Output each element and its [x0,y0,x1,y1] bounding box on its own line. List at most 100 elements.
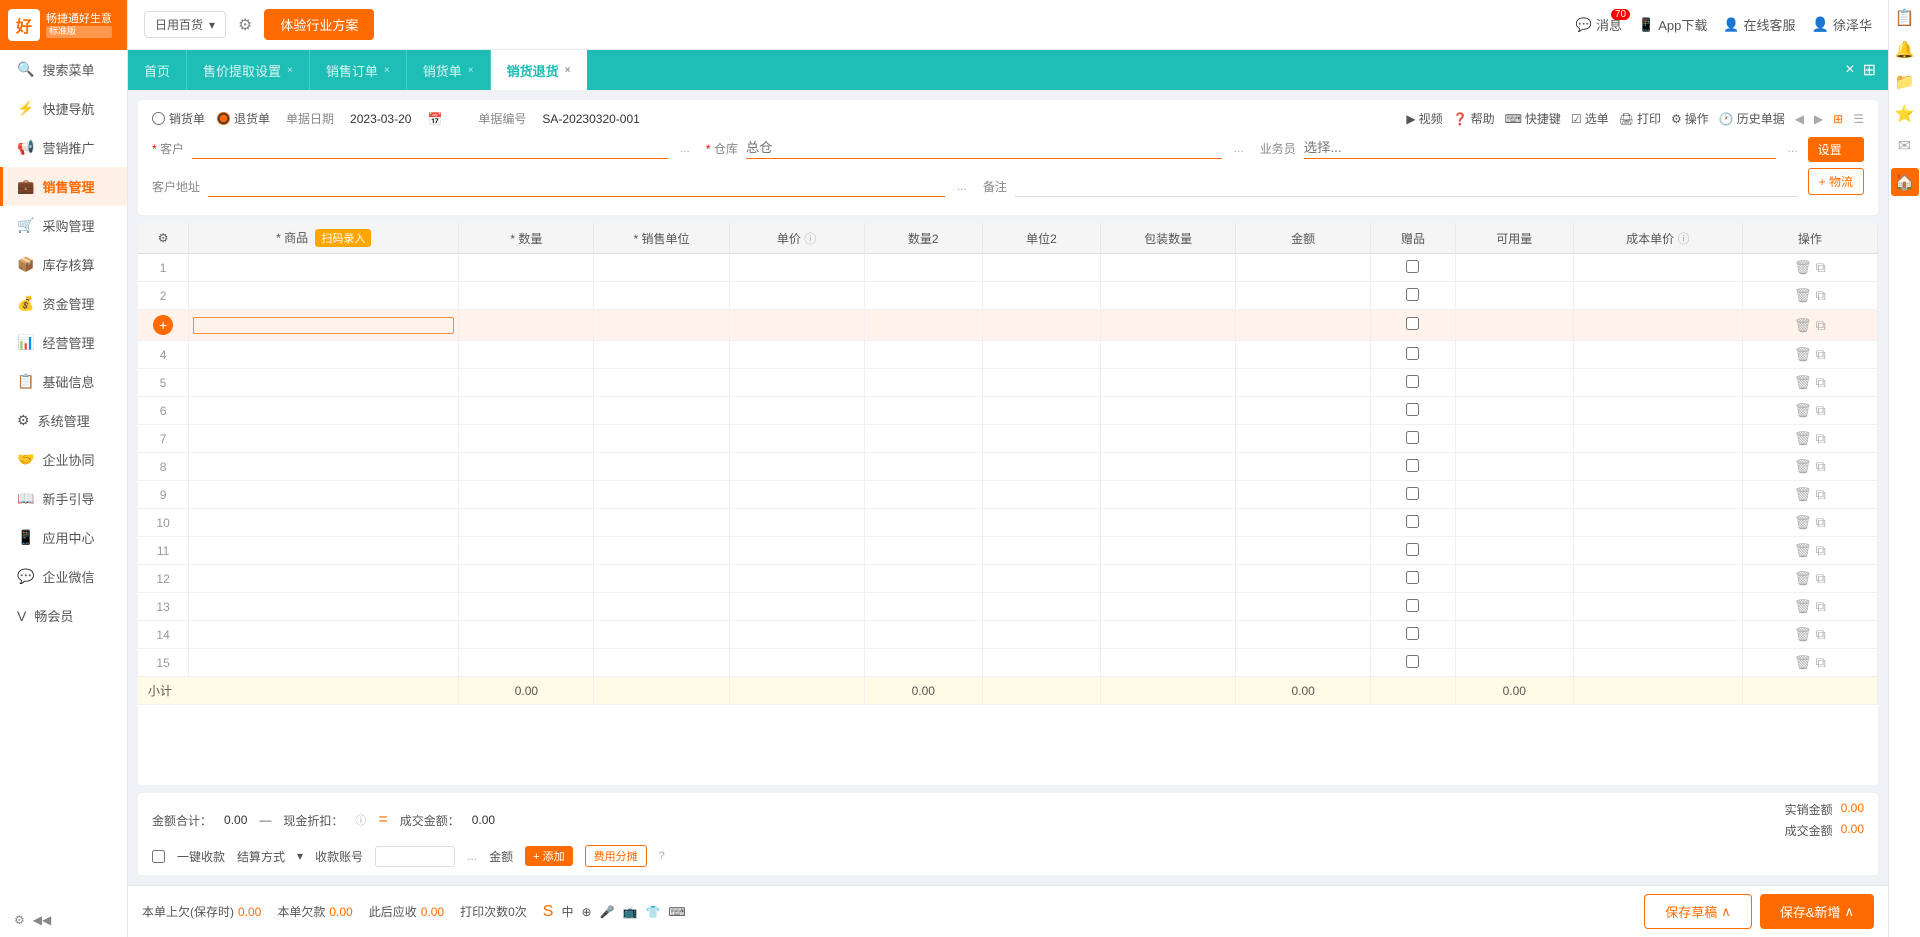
customer-input[interactable] [192,137,668,159]
product-cell-active[interactable] [189,310,459,341]
copy-row-icon[interactable]: ⧉ [1816,458,1826,475]
table-wrapper[interactable]: ⚙ * 商品 扫码录入 * 数量 * 销售单位 单价 ⓘ 数量2 单位2 包装数… [138,223,1878,785]
gift-checkbox[interactable] [1406,375,1419,388]
sidebar-item-purchase[interactable]: 🛒 采购管理 [0,206,127,245]
save-draft-button[interactable]: 保存草稿 ∧ [1644,894,1752,929]
delete-row-icon[interactable]: 🗑 [1794,570,1812,587]
gift-checkbox[interactable] [1406,347,1419,360]
sidebar-item-system[interactable]: ⚙ 系统管理 [0,401,127,440]
tab-close-icon[interactable]: × [565,65,571,76]
pack-cell[interactable] [1101,282,1236,310]
list-view-icon[interactable]: ☰ [1853,112,1864,126]
product-cell[interactable] [189,282,459,310]
delete-row-icon[interactable]: 🗑 [1794,317,1812,334]
delete-row-icon[interactable]: 🗑 [1794,346,1812,363]
copy-row-icon[interactable]: ⧉ [1816,402,1826,419]
online-service-button[interactable]: 👤 在线客服 [1723,15,1795,34]
tab-close-icon[interactable]: × [468,65,474,76]
copy-row-icon[interactable]: ⧉ [1816,598,1826,615]
logistics-btn[interactable]: + 物流 [1808,168,1864,195]
copy-row-icon[interactable]: ⧉ [1816,486,1826,503]
one-click-payment-checkbox[interactable] [152,850,165,863]
price-cell[interactable] [729,254,864,282]
sidebar-item-marketing[interactable]: 📢 营销推广 [0,128,127,167]
unit-cell[interactable] [594,254,729,282]
right-panel-icon-4[interactable]: ⭐ [1895,104,1915,124]
warehouse-ellipsis[interactable]: ... [1234,141,1244,155]
sidebar-item-enterprise[interactable]: 🤝 企业协同 [0,440,127,479]
sidebar-item-apps[interactable]: 📱 应用中心 [0,518,127,557]
price-cell[interactable] [729,310,864,341]
delete-row-icon[interactable]: 🗑 [1794,430,1812,447]
tool-icon1[interactable]: 中 [561,903,573,920]
qty-cell[interactable] [459,282,594,310]
breadcrumb-selector[interactable]: 日用百货 ▾ [144,11,226,38]
delete-row-icon[interactable]: 🗑 [1794,654,1812,671]
settings-icon[interactable]: ⚙ [14,913,25,927]
sidebar-item-finance[interactable]: 💰 资金管理 [0,284,127,323]
fee-info-icon[interactable]: ? [659,850,665,862]
amount-cell[interactable] [1236,310,1371,341]
qty-cell[interactable] [459,310,594,341]
sidebar-item-guide[interactable]: 📖 新手引导 [0,479,127,518]
delete-row-icon[interactable]: 🗑 [1794,287,1812,304]
scan-button[interactable]: 扫码录入 [315,229,371,247]
chevron-down-icon[interactable]: ▾ [297,849,303,863]
staff-input[interactable] [1304,137,1776,159]
expand-icon[interactable]: ⊞ [1863,60,1876,80]
gift-checkbox[interactable] [1406,487,1419,500]
gift-checkbox[interactable] [1406,515,1419,528]
price-cell[interactable] [729,282,864,310]
sidebar-item-shortcut[interactable]: ⚡ 快捷导航 [0,89,127,128]
right-panel-icon-active[interactable]: 🏠 [1891,168,1919,196]
gift-checkbox[interactable] [1406,403,1419,416]
copy-row-icon[interactable]: ⧉ [1816,570,1826,587]
add-row-button[interactable]: + [153,315,173,335]
qty2-cell[interactable] [864,282,982,310]
sidebar-item-basic-info[interactable]: 📋 基础信息 [0,362,127,401]
qty2-cell[interactable] [864,254,982,282]
right-panel-icon-5[interactable]: ✉ [1898,136,1911,156]
unit-cell[interactable] [594,310,729,341]
sidebar-item-member[interactable]: V 畅会员 [0,596,127,635]
copy-row-icon[interactable]: ⧉ [1816,259,1826,276]
gift-checkbox[interactable] [1406,431,1419,444]
gift-checkbox[interactable] [1406,571,1419,584]
fee-split-button[interactable]: 费用分摊 [585,845,647,867]
copy-row-icon[interactable]: ⧉ [1816,542,1826,559]
warehouse-input[interactable] [746,137,1222,159]
copy-row-icon[interactable]: ⧉ [1816,374,1826,391]
pack-cell[interactable] [1101,254,1236,282]
shortcut-btn[interactable]: ⌨ 快捷键 [1505,110,1561,127]
add-fee-button[interactable]: + 添加 [525,846,572,866]
delete-row-icon[interactable]: 🗑 [1794,259,1812,276]
tab-sales-return[interactable]: 销货退货 × [491,50,588,90]
copy-row-icon[interactable]: ⧉ [1816,626,1826,643]
gift-cell[interactable] [1371,282,1455,310]
copy-row-icon[interactable]: ⧉ [1816,317,1826,334]
grid-view-icon[interactable]: ⊞ [1833,112,1843,126]
product-input-active[interactable] [193,317,454,334]
close-all-icon[interactable]: × [1845,61,1854,79]
tab-price-settings[interactable]: 售价提取设置 × [187,50,310,90]
copy-row-icon[interactable]: ⧉ [1816,430,1826,447]
available-cell[interactable] [1455,310,1573,341]
tab-close-icon[interactable]: × [287,65,293,76]
gift-checkbox[interactable] [1406,543,1419,556]
amount-cell[interactable] [1236,282,1371,310]
operate-btn[interactable]: ⚙ 操作 [1671,110,1709,127]
sidebar-item-inventory[interactable]: 📦 库存核算 [0,245,127,284]
trial-button[interactable]: 体验行业方案 [264,9,374,40]
settings-gear-icon[interactable]: ⚙ [238,15,252,35]
copy-row-icon[interactable]: ⧉ [1816,654,1826,671]
cost-cell[interactable] [1573,282,1742,310]
delete-row-icon[interactable]: 🗑 [1794,598,1812,615]
tool-icon4[interactable]: 📺 [623,905,638,919]
qty-cell[interactable] [459,254,594,282]
copy-row-icon[interactable]: ⧉ [1816,346,1826,363]
app-download-button[interactable]: 📱 App下载 [1638,15,1707,34]
customer-ellipsis[interactable]: ... [680,141,690,155]
unit2-cell[interactable] [982,310,1100,341]
sidebar-item-sales[interactable]: 💼 销售管理 [0,167,127,206]
right-panel-icon-2[interactable]: 🔔 [1895,40,1915,60]
